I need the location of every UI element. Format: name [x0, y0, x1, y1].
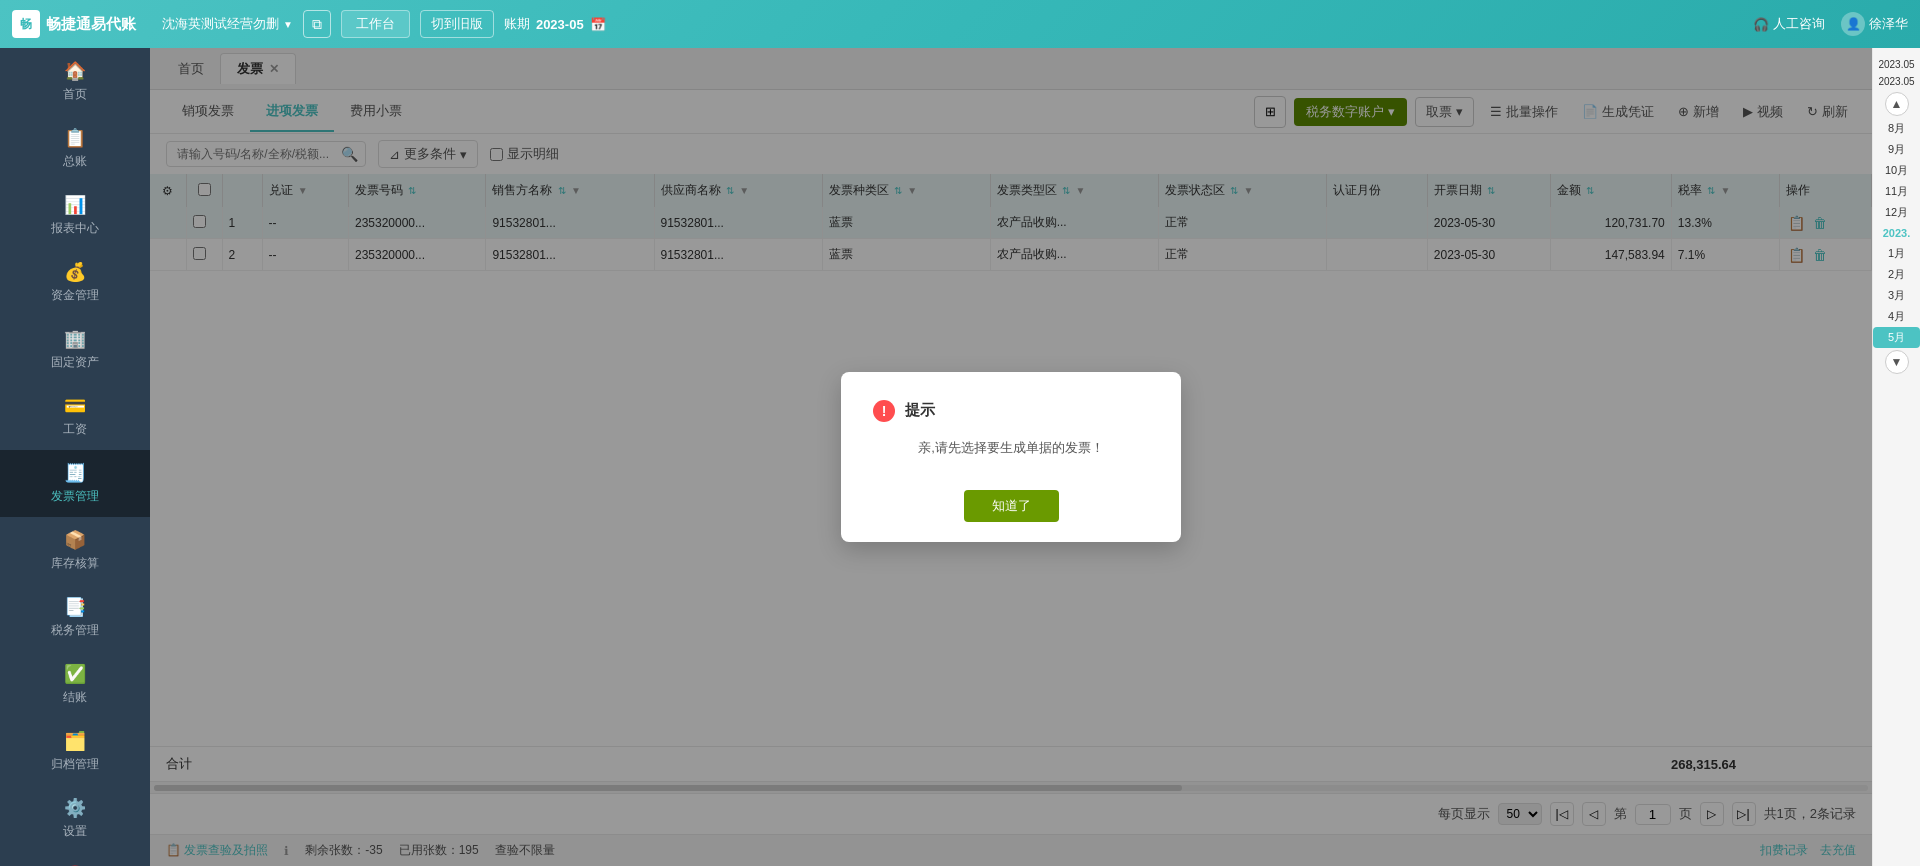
period-year-top2: 2023.05	[1873, 73, 1920, 90]
copy-button[interactable]: ⧉	[303, 10, 331, 38]
topbar: 畅 畅捷通易代账 沈海英测试经营勿删 ▼ ⧉ 工作台 切到旧版 账期 2023-…	[0, 0, 1920, 48]
app-logo: 畅 畅捷通易代账	[12, 10, 136, 38]
ledger-icon: 📋	[64, 127, 86, 149]
funds-icon: 💰	[64, 261, 86, 283]
sidebar: 🏠 首页 📋 总账 📊 报表中心 💰 资金管理 🏢 固定资产 💳 工资 🧾 发票…	[0, 48, 150, 866]
warning-icon: !	[873, 400, 895, 422]
archive-icon: 🗂️	[64, 730, 86, 752]
settings-icon: ⚙️	[64, 797, 86, 819]
period-10[interactable]: 10月	[1873, 160, 1920, 181]
modal-message: 亲,请先选择要生成单据的发票！	[918, 438, 1104, 459]
modal-dialog: ! 提示 亲,请先选择要生成单据的发票！ 知道了	[841, 372, 1181, 543]
workspace-button[interactable]: 工作台	[341, 10, 410, 38]
inventory-icon: 📦	[64, 529, 86, 551]
sidebar-item-guide[interactable]: 🎯 新手引导	[0, 852, 150, 866]
modal-footer: 知道了	[841, 478, 1181, 542]
main-layout: 🏠 首页 📋 总账 📊 报表中心 💰 资金管理 🏢 固定资产 💳 工资 🧾 发票…	[0, 48, 1920, 866]
logo-icon: 畅	[12, 10, 40, 38]
invoice-icon: 🧾	[64, 462, 86, 484]
period-9[interactable]: 9月	[1873, 139, 1920, 160]
period-year-2023: 2023.	[1883, 223, 1911, 243]
period-2[interactable]: 2月	[1873, 264, 1920, 285]
period-year-top: 2023.05	[1873, 56, 1920, 73]
period-up-button[interactable]: ▲	[1885, 92, 1909, 116]
period-11[interactable]: 11月	[1873, 181, 1920, 202]
chevron-down-icon: ▼	[283, 19, 293, 30]
sidebar-item-ledger[interactable]: 📋 总账	[0, 115, 150, 182]
period-info: 账期 2023-05 📅	[504, 15, 606, 33]
modal-title: 提示	[905, 401, 935, 420]
period-down-button[interactable]: ▼	[1885, 350, 1909, 374]
switch-version-button[interactable]: 切到旧版	[420, 10, 494, 38]
sidebar-item-settings[interactable]: ⚙️ 设置	[0, 785, 150, 852]
sidebar-item-funds[interactable]: 💰 资金管理	[0, 249, 150, 316]
home-icon: 🏠	[64, 60, 86, 82]
reports-icon: 📊	[64, 194, 86, 216]
close-accounts-icon: ✅	[64, 663, 86, 685]
period-4[interactable]: 4月	[1873, 306, 1920, 327]
modal-overlay: ! 提示 亲,请先选择要生成单据的发票！ 知道了	[150, 48, 1872, 866]
sidebar-item-archive[interactable]: 🗂️ 归档管理	[0, 718, 150, 785]
topbar-right: 🎧 人工咨询 👤 徐泽华	[1753, 12, 1908, 36]
modal-header: ! 提示	[873, 400, 935, 422]
modal-body: ! 提示 亲,请先选择要生成单据的发票！	[841, 372, 1181, 479]
period-5[interactable]: 5月	[1873, 327, 1920, 348]
sidebar-item-payroll[interactable]: 💳 工资	[0, 383, 150, 450]
sidebar-item-close[interactable]: ✅ 结账	[0, 651, 150, 718]
period-1[interactable]: 1月	[1873, 243, 1920, 264]
period-sidebar: 2023.05 2023.05 ▲ 8月 9月 10月 11月 12月 2023…	[1872, 48, 1920, 866]
avatar: 👤	[1841, 12, 1865, 36]
period-8[interactable]: 8月	[1873, 118, 1920, 139]
user-menu[interactable]: 👤 徐泽华	[1841, 12, 1908, 36]
sidebar-item-tax[interactable]: 📑 税务管理	[0, 584, 150, 651]
headset-icon: 🎧	[1753, 17, 1769, 32]
period-3[interactable]: 3月	[1873, 285, 1920, 306]
sidebar-item-reports[interactable]: 📊 报表中心	[0, 182, 150, 249]
tax-icon: 📑	[64, 596, 86, 618]
modal-confirm-button[interactable]: 知道了	[964, 490, 1059, 522]
main-content: 首页 发票 ✕ 销项发票 进项发票 费用小票 ⊞ 税务数字账户 ▾	[150, 48, 1872, 866]
customer-service[interactable]: 🎧 人工咨询	[1753, 15, 1825, 33]
sidebar-item-inventory[interactable]: 📦 库存核算	[0, 517, 150, 584]
assets-icon: 🏢	[64, 328, 86, 350]
sidebar-item-home[interactable]: 🏠 首页	[0, 48, 150, 115]
company-selector[interactable]: 沈海英测试经营勿删 ▼	[162, 15, 293, 33]
period-12[interactable]: 12月	[1873, 202, 1920, 223]
sidebar-item-assets[interactable]: 🏢 固定资产	[0, 316, 150, 383]
sidebar-item-invoices[interactable]: 🧾 发票管理	[0, 450, 150, 517]
payroll-icon: 💳	[64, 395, 86, 417]
calendar-icon[interactable]: 📅	[590, 17, 606, 32]
